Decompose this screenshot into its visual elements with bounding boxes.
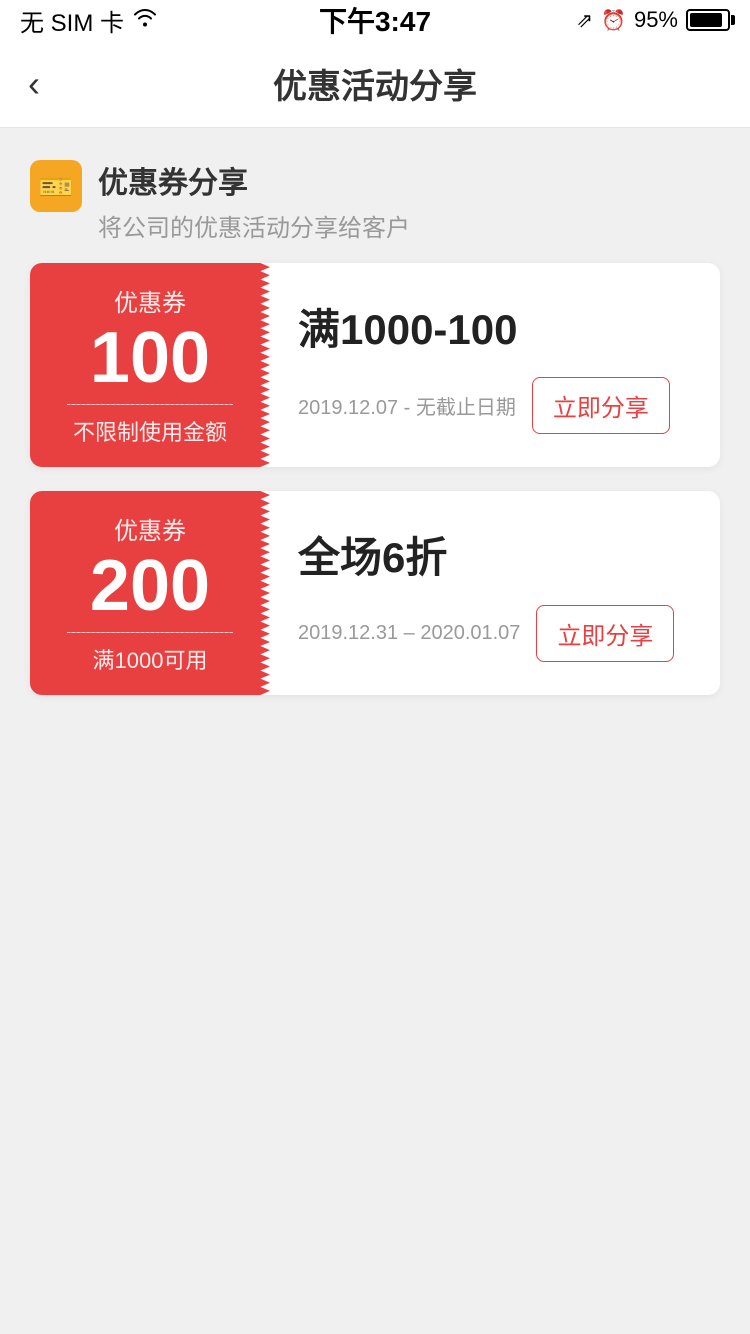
coupon-divider-1	[67, 404, 233, 405]
coupon-left-2: 优惠券 200 满1000可用	[30, 491, 270, 695]
coupon-condition-1: 不限制使用金额	[73, 415, 227, 447]
carrier-text: 无 SIM 卡	[20, 3, 124, 38]
coupon-card-2: 优惠券 200 满1000可用 全场6折 2019.12.31 – 2020.0…	[30, 491, 720, 695]
wifi-icon	[132, 6, 158, 34]
page-title: 优惠活动分享	[273, 59, 477, 108]
section-title: 优惠券分享	[98, 158, 410, 202]
share-button-1[interactable]: 立即分享	[532, 377, 670, 434]
coupon-left-1: 优惠券 100 不限制使用金额	[30, 263, 270, 467]
coupon-divider-2	[67, 632, 233, 633]
coupon-date-2: 2019.12.31 – 2020.01.07	[298, 622, 520, 645]
section-subtitle: 将公司的优惠活动分享给客户	[98, 208, 410, 243]
status-right: ⇗ ⏰ 95%	[576, 7, 730, 33]
coupon-meta-1: 2019.12.07 - 无截止日期 立即分享	[298, 377, 692, 434]
coupon-amount-2: 200	[90, 550, 210, 622]
section-header: 🎫 优惠券分享 将公司的优惠活动分享给客户	[0, 128, 750, 263]
alarm-icon: ⏰	[601, 8, 626, 33]
coupon-condition-2: 满1000可用	[93, 643, 208, 675]
coupon-date-1: 2019.12.07 - 无截止日期	[298, 391, 516, 420]
coupon-title-2: 全场6折	[298, 524, 692, 585]
share-button-2[interactable]: 立即分享	[536, 605, 674, 662]
status-left: 无 SIM 卡	[20, 3, 158, 38]
coupon-label-1: 优惠券	[114, 283, 186, 318]
battery-text: 95%	[634, 7, 678, 33]
coupon-title-1: 满1000-100	[298, 296, 692, 357]
status-time: 下午3:47	[319, 0, 431, 40]
bottom-area	[0, 719, 750, 1219]
status-bar: 无 SIM 卡 下午3:47 ⇗ ⏰ 95%	[0, 0, 750, 40]
coupon-right-1: 满1000-100 2019.12.07 - 无截止日期 立即分享	[270, 263, 720, 467]
nav-bar: ‹ 优惠活动分享	[0, 40, 750, 128]
coupon-meta-2: 2019.12.31 – 2020.01.07 立即分享	[298, 605, 692, 662]
section-text: 优惠券分享 将公司的优惠活动分享给客户	[98, 158, 410, 243]
coupon-card-1: 优惠券 100 不限制使用金额 满1000-100 2019.12.07 - 无…	[30, 263, 720, 467]
coupon-list: 优惠券 100 不限制使用金额 满1000-100 2019.12.07 - 无…	[0, 263, 750, 719]
location-icon: ⇗	[576, 8, 593, 33]
section-icon: 🎫	[30, 160, 82, 212]
coupon-amount-1: 100	[90, 322, 210, 394]
battery-icon	[686, 9, 730, 31]
coupon-label-2: 优惠券	[114, 511, 186, 546]
coupon-right-2: 全场6折 2019.12.31 – 2020.01.07 立即分享	[270, 491, 720, 695]
back-button[interactable]: ‹	[28, 63, 40, 105]
